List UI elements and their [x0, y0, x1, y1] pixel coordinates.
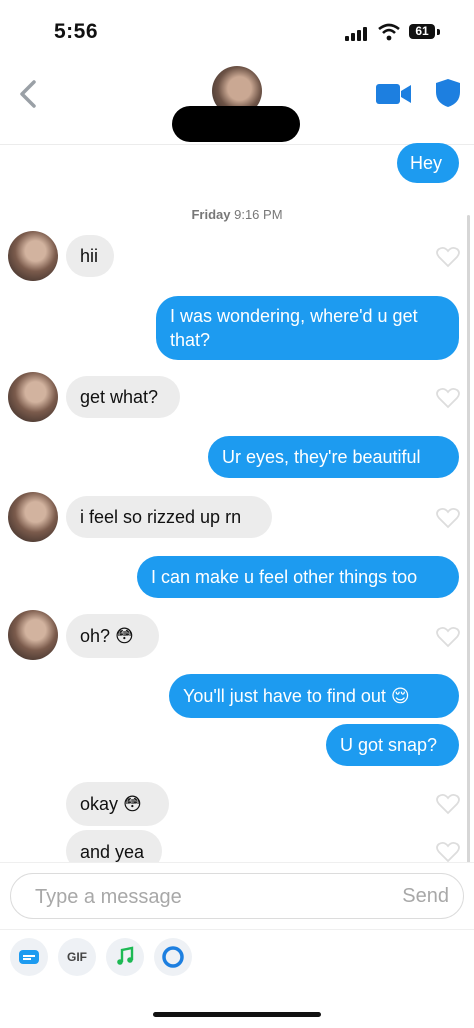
message-incoming[interactable]: okay 😳: [66, 782, 169, 826]
heart-icon[interactable]: [436, 841, 460, 863]
safety-shield-icon[interactable]: [435, 78, 461, 108]
home-indicator: [153, 1012, 321, 1017]
music-icon: [117, 946, 134, 965]
message-input[interactable]: [33, 884, 367, 910]
back-icon[interactable]: [14, 76, 44, 112]
timestamp-day: Friday: [191, 207, 231, 222]
message-timestamp: Friday 9:16 PM: [0, 207, 474, 222]
video-call-icon[interactable]: [376, 82, 412, 106]
card-button[interactable]: [10, 938, 48, 976]
contact-avatar-small[interactable]: [8, 372, 58, 422]
battery-cap: [437, 29, 440, 35]
status-bar: 5:56 61: [0, 0, 474, 60]
chat-header: [0, 60, 474, 145]
circle-button[interactable]: [154, 938, 192, 976]
message-incoming[interactable]: hii: [66, 235, 114, 277]
circle-icon: [162, 946, 184, 968]
message-outgoing[interactable]: U got snap?: [326, 724, 459, 766]
gif-icon: GIF: [67, 950, 87, 964]
status-time: 5:56: [54, 20, 99, 43]
message-incoming[interactable]: i feel so rizzed up rn: [66, 496, 272, 538]
heart-icon[interactable]: [436, 507, 460, 529]
card-icon: [19, 950, 39, 964]
message-outgoing[interactable]: Hey: [397, 143, 459, 183]
message-incoming[interactable]: get what?: [66, 376, 180, 418]
signal-icon: [345, 27, 369, 41]
battery-icon: 61: [409, 24, 435, 39]
message-input-box[interactable]: Send: [10, 873, 464, 919]
music-button[interactable]: [106, 938, 144, 976]
contact-avatar-small[interactable]: [8, 492, 58, 542]
message-composer: Send GIF: [0, 862, 474, 1028]
heart-icon[interactable]: [436, 387, 460, 409]
wifi-icon: [378, 23, 400, 41]
heart-icon[interactable]: [436, 793, 460, 815]
scrollbar[interactable]: [467, 215, 470, 875]
timestamp-time: 9:16 PM: [234, 207, 283, 222]
message-outgoing[interactable]: I can make u feel other things too: [137, 556, 459, 598]
message-outgoing[interactable]: You'll just have to find out 😌: [169, 674, 459, 718]
heart-icon[interactable]: [436, 246, 460, 268]
heart-icon[interactable]: [436, 626, 460, 648]
message-incoming[interactable]: oh? 😳: [66, 614, 159, 658]
send-button[interactable]: Send: [402, 885, 449, 908]
message-outgoing[interactable]: Ur eyes, they're beautiful: [208, 436, 459, 478]
message-outgoing[interactable]: I was wondering, where'd u get that?: [156, 296, 459, 360]
gif-button[interactable]: GIF: [58, 938, 96, 976]
divider: [0, 929, 474, 930]
contact-avatar-small[interactable]: [8, 610, 58, 660]
contact-name-redacted[interactable]: [172, 106, 300, 142]
contact-avatar-small[interactable]: [8, 231, 58, 281]
